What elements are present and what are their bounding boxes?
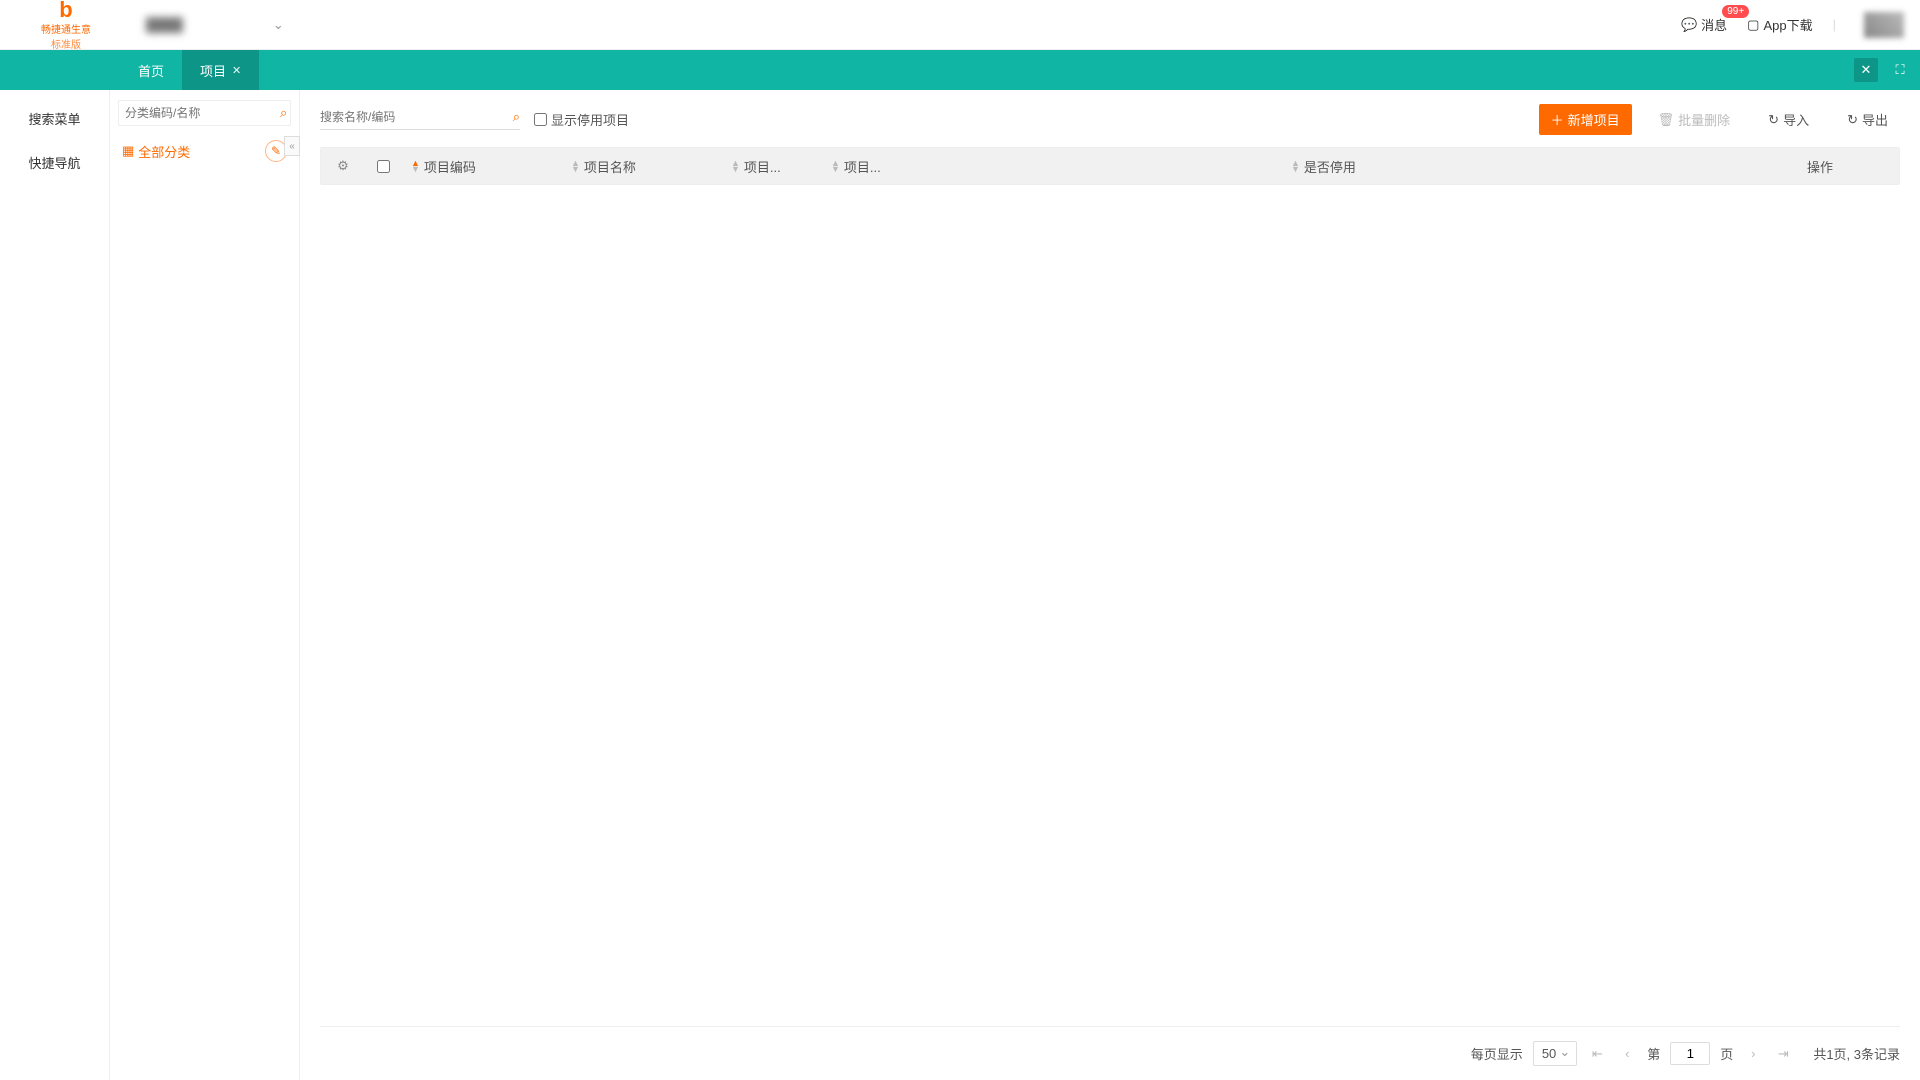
search-input[interactable] <box>320 110 513 124</box>
brand-sub: 标准版 <box>51 36 81 51</box>
header-divider: | <box>1833 17 1836 32</box>
page-prefix: 第 <box>1647 1044 1660 1063</box>
grid-icon: ▦ <box>122 143 134 159</box>
fullscreen-button[interactable]: ⛶ <box>1888 58 1912 82</box>
brand-top: 畅捷通生意 <box>41 21 91 36</box>
per-page-select[interactable]: 50 <box>1533 1041 1577 1066</box>
sidebar-item[interactable]: 搜索菜单 <box>0 96 109 140</box>
header-right: 💬 消息 99+ ▢ App下载 | <box>1681 12 1904 38</box>
search-box[interactable]: ⌕ <box>320 109 520 130</box>
last-page-button[interactable]: ⇥ <box>1773 1046 1793 1062</box>
page-suffix: 页 <box>1720 1044 1733 1063</box>
edit-icon: ✎ <box>271 144 281 158</box>
chevron-down-icon: ⌄ <box>273 17 284 33</box>
chevron-left-icon: « <box>289 141 295 152</box>
import-label: 导入 <box>1783 110 1809 129</box>
tab-project-label: 项目 <box>200 61 226 80</box>
tab-home-label: 首页 <box>138 61 164 80</box>
show-disabled-label: 显示停用项目 <box>551 110 629 129</box>
select-all-cell[interactable] <box>365 160 401 173</box>
close-all-tabs-button[interactable]: ✕ <box>1854 58 1878 82</box>
category-root-label: 全部分类 <box>138 142 190 161</box>
new-project-label: 新增项目 <box>1568 110 1620 129</box>
toolbar: ⌕ 显示停用项目 ＋ 新增项目 🗑 批量删除 ↻ 导入 ↻ 导出 <box>320 104 1900 135</box>
project-table: ⚙ ▲▼项目编码 ▲▼项目名称 ▲▼项目... ▲▼项目... ▲▼是否停用 操… <box>320 147 1900 185</box>
export-button[interactable]: ↻ 导出 <box>1835 104 1900 135</box>
batch-delete-label: 批量删除 <box>1678 110 1730 129</box>
collapse-tree-button[interactable]: « <box>284 136 300 156</box>
category-root[interactable]: ▦ 全部分类 ✎ <box>118 134 291 168</box>
col-name[interactable]: ▲▼项目名称 <box>561 157 721 176</box>
batch-delete-button[interactable]: 🗑 批量删除 <box>1646 104 1743 135</box>
show-disabled-input[interactable] <box>534 113 547 126</box>
messages-badge: 99+ <box>1722 5 1749 18</box>
gear-icon: ⚙ <box>337 158 349 174</box>
table-header: ⚙ ▲▼项目编码 ▲▼项目名称 ▲▼项目... ▲▼项目... ▲▼是否停用 操… <box>321 148 1899 184</box>
prev-page-button[interactable]: ‹ <box>1617 1046 1637 1061</box>
search-icon[interactable]: ⌕ <box>280 105 287 121</box>
messages-label: 消息 <box>1701 15 1727 34</box>
per-page-label: 每页显示 <box>1471 1044 1523 1063</box>
col-c2[interactable]: ▲▼项目... <box>821 157 1281 176</box>
export-label: 导出 <box>1862 110 1888 129</box>
tab-home[interactable]: 首页 <box>120 50 182 90</box>
top-header: b 畅捷通生意 标准版 ████ ⌄ 💬 消息 99+ ▢ App下载 | <box>0 0 1920 50</box>
logo-icon: b <box>59 0 72 21</box>
sidebar-item[interactable]: 快捷导航 <box>0 140 109 184</box>
first-page-button[interactable]: ⇤ <box>1587 1046 1607 1062</box>
table-settings-button[interactable]: ⚙ <box>321 158 365 174</box>
category-tree-panel: ⌕ ▦ 全部分类 ✎ « <box>110 90 300 1080</box>
page-input[interactable] <box>1670 1042 1710 1065</box>
avatar[interactable] <box>1864 12 1904 38</box>
col-c1[interactable]: ▲▼项目... <box>721 157 821 176</box>
app-download-label: App下载 <box>1763 15 1812 34</box>
brand-logo: b 畅捷通生意 标准版 <box>16 1 116 49</box>
org-name-blurred: ████ <box>146 17 183 32</box>
org-selector[interactable]: ████ ⌄ <box>146 17 284 33</box>
messages-link[interactable]: 💬 消息 99+ <box>1681 15 1727 34</box>
search-icon[interactable]: ⌕ <box>513 109 520 125</box>
app-download-link[interactable]: ▢ App下载 <box>1747 15 1812 34</box>
pager: 每页显示 50 ⇤ ‹ 第 页 › ⇥ 共1页, 3条记录 <box>320 1026 1900 1080</box>
category-search[interactable]: ⌕ <box>118 100 291 126</box>
page-summary: 共1页, 3条记录 <box>1813 1044 1900 1063</box>
select-all-checkbox[interactable] <box>377 160 390 173</box>
col-status[interactable]: ▲▼是否停用 <box>1281 157 1741 176</box>
export-icon: ↻ <box>1847 112 1858 128</box>
new-project-button[interactable]: ＋ 新增项目 <box>1539 104 1632 135</box>
show-disabled-checkbox[interactable]: 显示停用项目 <box>534 110 629 129</box>
phone-icon: ▢ <box>1747 17 1759 33</box>
chat-icon: 💬 <box>1681 17 1697 33</box>
main-content: ⌕ 显示停用项目 ＋ 新增项目 🗑 批量删除 ↻ 导入 ↻ 导出 <box>300 90 1920 1080</box>
col-code[interactable]: ▲▼项目编码 <box>401 157 561 176</box>
trash-icon: 🗑 <box>1658 112 1675 128</box>
sidebar-nav: 搜索菜单快捷导航 <box>0 90 110 1080</box>
expand-icon: ⛶ <box>1895 62 1904 78</box>
tab-project[interactable]: 项目 ✕ <box>182 50 259 90</box>
import-button[interactable]: ↻ 导入 <box>1756 104 1821 135</box>
close-icon: ✕ <box>1861 62 1872 78</box>
next-page-button[interactable]: › <box>1743 1046 1763 1061</box>
tab-strip: 首页 项目 ✕ ✕ ⛶ <box>0 50 1920 90</box>
plus-icon: ＋ <box>1551 110 1564 129</box>
col-ops: 操作 <box>1741 157 1899 176</box>
close-icon[interactable]: ✕ <box>232 64 241 77</box>
category-search-input[interactable] <box>125 106 280 120</box>
import-icon: ↻ <box>1768 112 1779 128</box>
